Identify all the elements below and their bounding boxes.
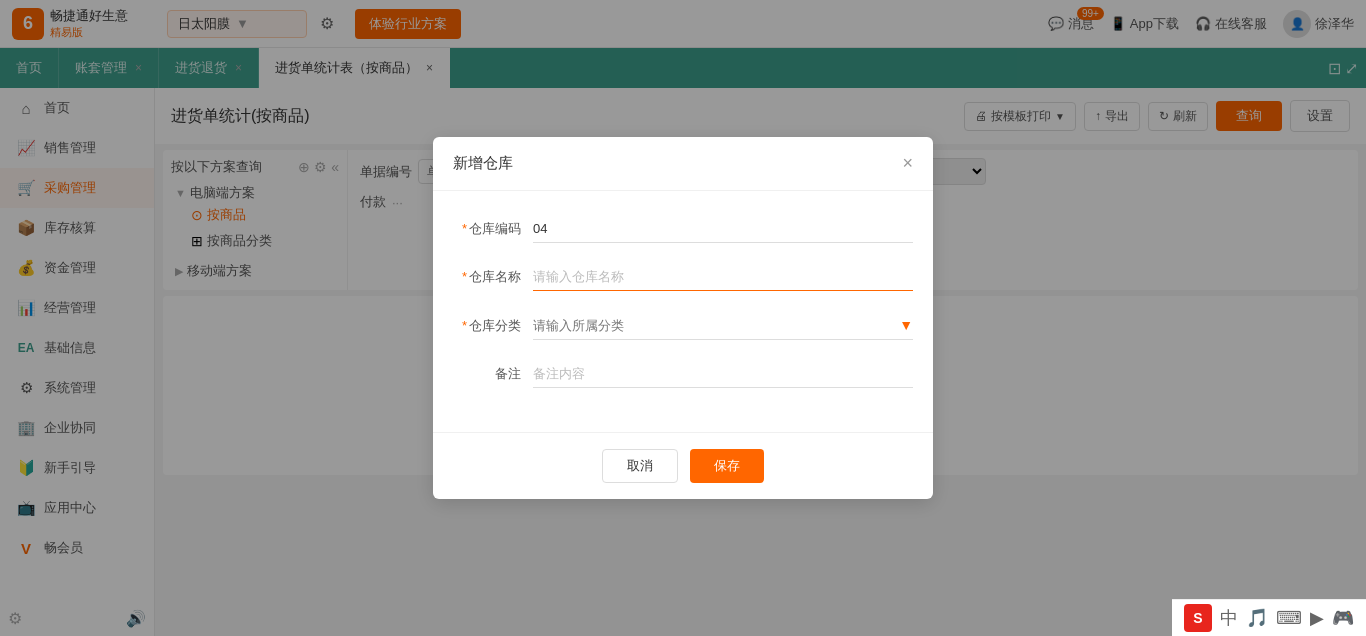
category-select-wrap: ▼	[533, 311, 913, 340]
name-input-wrap	[533, 263, 913, 291]
footer-icon-3[interactable]: ⌨	[1276, 607, 1302, 629]
name-label: 仓库名称	[453, 268, 533, 286]
cancel-button[interactable]: 取消	[602, 449, 678, 483]
note-input-wrap	[533, 360, 913, 388]
footer-icon-5[interactable]: 🎮	[1332, 607, 1354, 629]
category-dropdown-arrow[interactable]: ▼	[899, 317, 913, 333]
code-input[interactable]	[533, 215, 913, 243]
modal-body: 仓库编码 仓库名称 仓库分类 ▼	[433, 191, 933, 432]
modal-field-code: 仓库编码	[453, 215, 913, 243]
category-label: 仓库分类	[453, 317, 533, 335]
code-label: 仓库编码	[453, 220, 533, 238]
footer-icon-4[interactable]: ▶	[1310, 607, 1324, 629]
modal-overlay[interactable]: 新增仓库 × 仓库编码 仓库名称 仓库分类	[0, 0, 1366, 636]
footer-icon-1[interactable]: 中	[1220, 606, 1238, 630]
note-label: 备注	[453, 365, 533, 383]
modal-header: 新增仓库 ×	[433, 137, 933, 191]
code-input-wrap	[533, 215, 913, 243]
modal-close-button[interactable]: ×	[902, 153, 913, 174]
note-input[interactable]	[533, 360, 913, 388]
modal-title: 新增仓库	[453, 154, 513, 173]
modal-field-name: 仓库名称	[453, 263, 913, 291]
category-input[interactable]	[533, 318, 899, 333]
save-button[interactable]: 保存	[690, 449, 764, 483]
footer-logo: S	[1184, 604, 1212, 632]
footer-icon-2[interactable]: 🎵	[1246, 607, 1268, 629]
modal-add-warehouse: 新增仓库 × 仓库编码 仓库名称 仓库分类	[433, 137, 933, 499]
modal-field-note: 备注	[453, 360, 913, 388]
footer-bar: S 中 🎵 ⌨ ▶ 🎮	[1172, 599, 1366, 636]
name-input[interactable]	[533, 263, 913, 291]
modal-field-category: 仓库分类 ▼	[453, 311, 913, 340]
modal-footer: 取消 保存	[433, 432, 933, 499]
